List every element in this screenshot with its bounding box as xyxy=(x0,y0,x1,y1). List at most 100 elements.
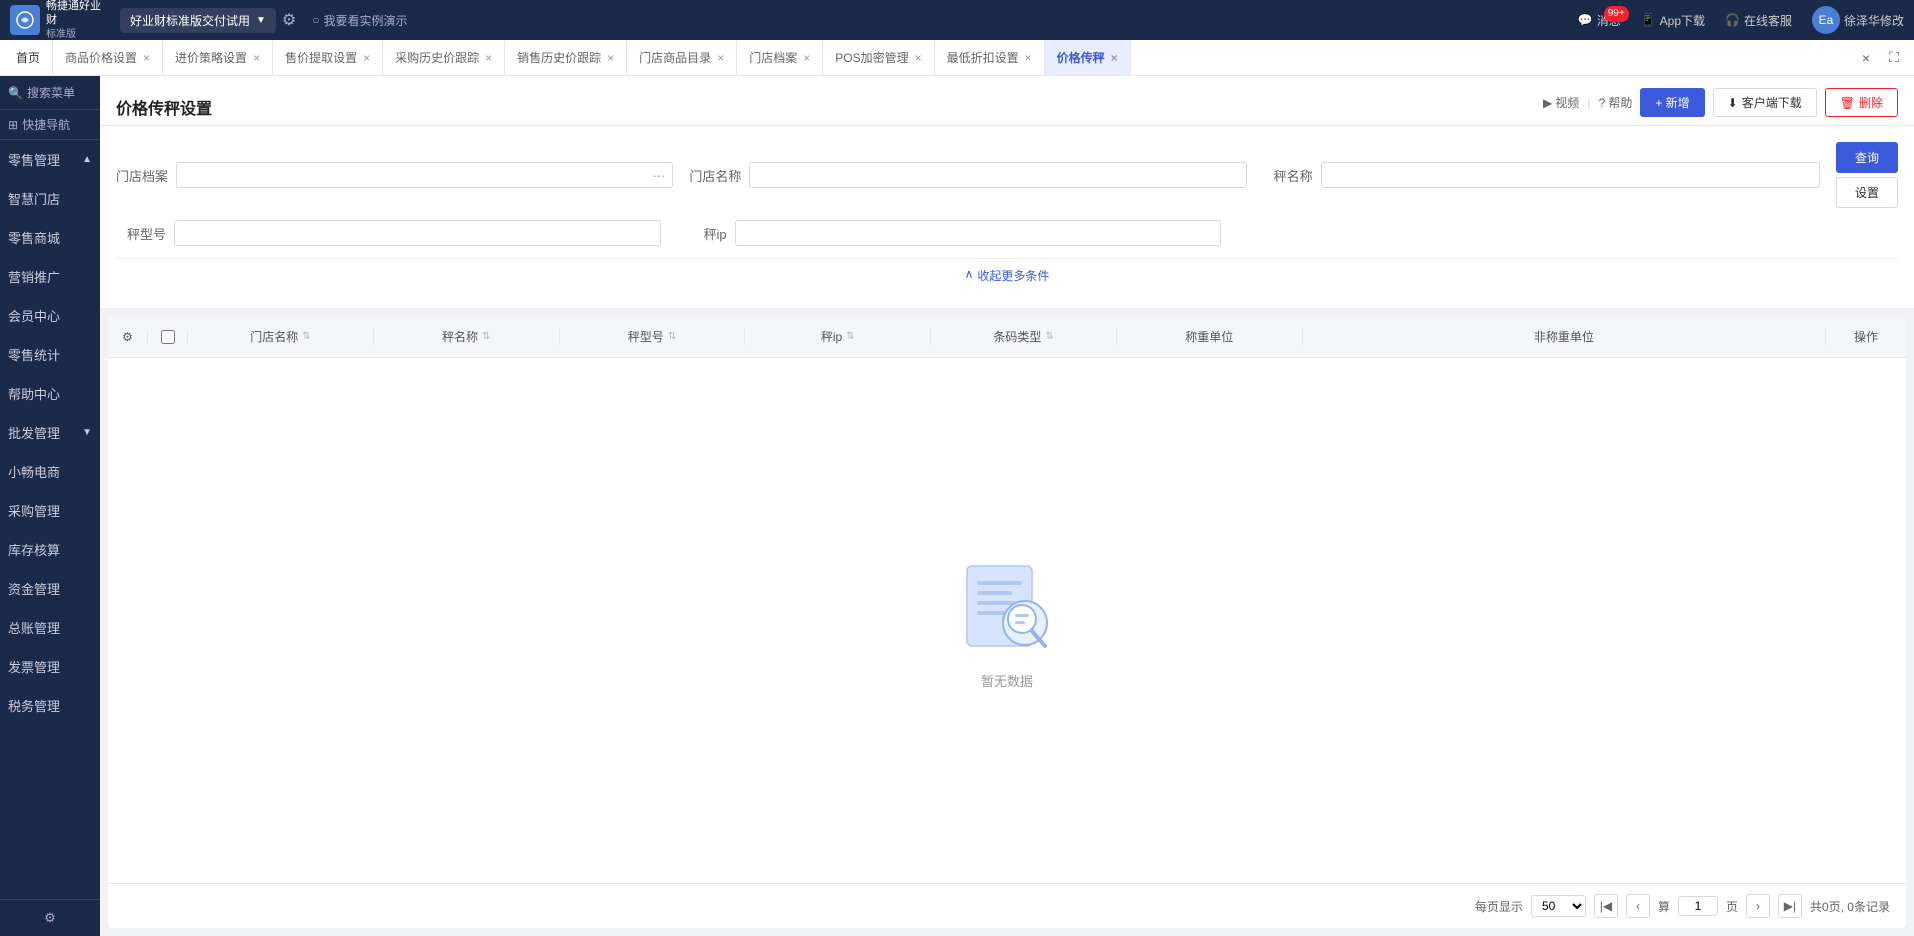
header-actions: ▶ 视频 | ? 帮助 + 新增 ⬇ 客户端下载 xyxy=(1543,88,1898,125)
tab-home[interactable]: 首页 xyxy=(4,40,53,76)
tab-close-icon[interactable]: × xyxy=(1111,51,1118,65)
tab-close-icon[interactable]: × xyxy=(1025,51,1032,65)
next-page-button[interactable]: › xyxy=(1746,894,1770,918)
sidebar-item-help[interactable]: 帮助中心 xyxy=(0,374,100,413)
tab-close-icon[interactable]: × xyxy=(253,51,260,65)
app-wrapper: 畅捷通好业财 标准版 好业财标准版交付试用 ▼ ⚙ ○ 我要看实例演示 💬 消息… xyxy=(0,0,1914,936)
scale-name-label: 秤名称 xyxy=(1263,166,1313,185)
tab-close-icon[interactable]: × xyxy=(717,51,724,65)
tab-close-icon[interactable]: × xyxy=(607,51,614,65)
sidebar-item-ledger[interactable]: 总账管理 xyxy=(0,608,100,647)
more-icon[interactable]: ··· xyxy=(652,168,665,183)
sidebar-item-retail-stats[interactable]: 零售统计 xyxy=(0,335,100,374)
expand-tab-button[interactable]: ⛶ xyxy=(1882,46,1906,70)
filter-scale-name: 秤名称 xyxy=(1263,162,1820,188)
th-checkbox[interactable] xyxy=(148,330,188,344)
page-number-input[interactable] xyxy=(1678,896,1718,916)
tab-sale-history[interactable]: 销售历史价跟踪 × xyxy=(505,40,627,76)
page-size-select[interactable]: 20 50 100 200 xyxy=(1531,895,1586,917)
video-link[interactable]: ▶ 视频 xyxy=(1543,94,1579,111)
first-page-icon: |◀ xyxy=(1600,899,1612,913)
page-total: 共0页, 0条记录 xyxy=(1810,898,1890,915)
tab-close-icon[interactable]: × xyxy=(363,51,370,65)
tab-purchase-strategy[interactable]: 进价策略设置 × xyxy=(163,40,273,76)
tab-close-icon[interactable]: × xyxy=(485,51,492,65)
scale-model-input[interactable] xyxy=(174,220,661,246)
messages-button[interactable]: 💬 消息 99+ xyxy=(1578,12,1621,29)
divider: | xyxy=(1587,95,1590,110)
help-link[interactable]: ? 帮助 xyxy=(1599,94,1633,111)
sort-icon: ⇅ xyxy=(668,331,676,342)
sidebar-item-invoice[interactable]: 发票管理 xyxy=(0,647,100,686)
sidebar-search[interactable]: 🔍 搜索菜单 xyxy=(0,76,100,110)
tab-goods-price[interactable]: 商品价格设置 × xyxy=(53,40,163,76)
first-page-button[interactable]: |◀ xyxy=(1594,894,1618,918)
sidebar-item-purchase[interactable]: 采购管理 xyxy=(0,491,100,530)
sidebar-item-smart-store[interactable]: 智慧门店 xyxy=(0,179,100,218)
scale-model-label: 秤型号 xyxy=(116,224,166,243)
store-name-label: 门店名称 xyxy=(689,166,741,185)
sidebar-item-retail-mall[interactable]: 零售商城 xyxy=(0,218,100,257)
page-label: 算 xyxy=(1658,898,1670,915)
tab-pos-manage[interactable]: POS加密管理 × xyxy=(823,40,934,76)
scale-ip-input[interactable] xyxy=(735,220,1222,246)
prev-page-button[interactable]: ‹ xyxy=(1626,894,1650,918)
sidebar-gear-button[interactable]: ⚙ xyxy=(0,899,100,936)
th-scale-name[interactable]: 秤名称 ⇅ xyxy=(374,328,560,345)
last-page-button[interactable]: ▶| xyxy=(1778,894,1802,918)
sidebar-quick-nav[interactable]: ⊞ 快捷导航 xyxy=(0,110,100,140)
app-download-button[interactable]: 📱 App下载 xyxy=(1641,12,1705,29)
close-tab-button[interactable]: × xyxy=(1854,46,1878,70)
prev-page-icon: ‹ xyxy=(1636,899,1640,913)
tab-price-scale[interactable]: 价格传秤 × xyxy=(1045,40,1131,76)
th-scale-ip[interactable]: 秤ip ⇅ xyxy=(745,328,931,345)
message-icon: 💬 xyxy=(1578,13,1593,27)
scale-name-input[interactable] xyxy=(1321,162,1820,188)
settings-icon[interactable]: ⚙ xyxy=(282,10,296,30)
tab-close-icon[interactable]: × xyxy=(143,51,150,65)
online-service-button[interactable]: 🎧 在线客服 xyxy=(1725,12,1792,29)
headset-icon: 🎧 xyxy=(1725,13,1740,27)
th-store-name[interactable]: 门店名称 ⇅ xyxy=(188,328,374,345)
store-name-input[interactable] xyxy=(749,162,1246,188)
nav-icon: ⊞ xyxy=(8,118,18,132)
filter-collapse-button[interactable]: ∧ 收起更多条件 xyxy=(116,258,1898,292)
tab-store-catalog[interactable]: 门店商品目录 × xyxy=(627,40,737,76)
user-profile-button[interactable]: Ea 徐泽华修改 xyxy=(1812,6,1904,34)
th-settings[interactable]: ⚙ xyxy=(108,330,148,344)
sidebar-item-marketing[interactable]: 营销推广 xyxy=(0,257,100,296)
tab-sale-price[interactable]: 售价提取设置 × xyxy=(273,40,383,76)
tab-close-icon[interactable]: × xyxy=(803,51,810,65)
tab-min-discount[interactable]: 最低折扣设置 × xyxy=(935,40,1045,76)
tab-purchase-history[interactable]: 采购历史价跟踪 × xyxy=(383,40,505,76)
sidebar-item-finance[interactable]: 资金管理 xyxy=(0,569,100,608)
tab-close-icon[interactable]: × xyxy=(915,51,922,65)
sidebar-item-inventory[interactable]: 库存核算 xyxy=(0,530,100,569)
add-button[interactable]: + 新增 xyxy=(1640,88,1704,117)
demo-link[interactable]: ○ 我要看实例演示 xyxy=(312,12,407,29)
select-all-checkbox[interactable] xyxy=(161,330,175,344)
table-header: ⚙ 门店名称 ⇅ 秤名称 ⇅ 秤型号 ⇅ xyxy=(108,316,1906,358)
store-archive-input[interactable] xyxy=(176,162,673,188)
tab-store-archive[interactable]: 门店档案 × xyxy=(737,40,823,76)
query-button[interactable]: 查询 xyxy=(1836,142,1898,173)
sidebar-item-member[interactable]: 会员中心 xyxy=(0,296,100,335)
sidebar-item-xiaochang[interactable]: 小畅电商 xyxy=(0,452,100,491)
sort-icon: ⇅ xyxy=(302,331,310,342)
top-selector[interactable]: 好业财标准版交付试用 ▼ xyxy=(120,8,276,33)
sidebar-item-tax[interactable]: 税务管理 xyxy=(0,686,100,725)
tab-bar-actions: × ⛶ xyxy=(1854,46,1910,70)
download-button[interactable]: ⬇ 客户端下载 xyxy=(1713,88,1817,117)
sidebar-item-retail[interactable]: 零售管理 ▲ xyxy=(0,140,100,179)
set-button[interactable]: 设置 xyxy=(1836,177,1898,208)
filter-store-archive: 门店档案 ··· xyxy=(116,162,673,188)
table-body: 暂无数据 xyxy=(108,358,1906,883)
th-scale-model[interactable]: 秤型号 ⇅ xyxy=(560,328,746,345)
sidebar-item-wholesale[interactable]: 批发管理 ▼ xyxy=(0,413,100,452)
page-size-label: 每页显示 xyxy=(1475,898,1523,915)
store-archive-input-wrapper: ··· xyxy=(176,162,673,188)
delete-button[interactable]: 🗑 删除 xyxy=(1825,88,1898,117)
th-barcode-type[interactable]: 条码类型 ⇅ xyxy=(931,328,1117,345)
filter-area: 门店档案 ··· 门店名称 秤名称 xyxy=(100,126,1914,308)
sort-icon: ⇅ xyxy=(846,331,854,342)
